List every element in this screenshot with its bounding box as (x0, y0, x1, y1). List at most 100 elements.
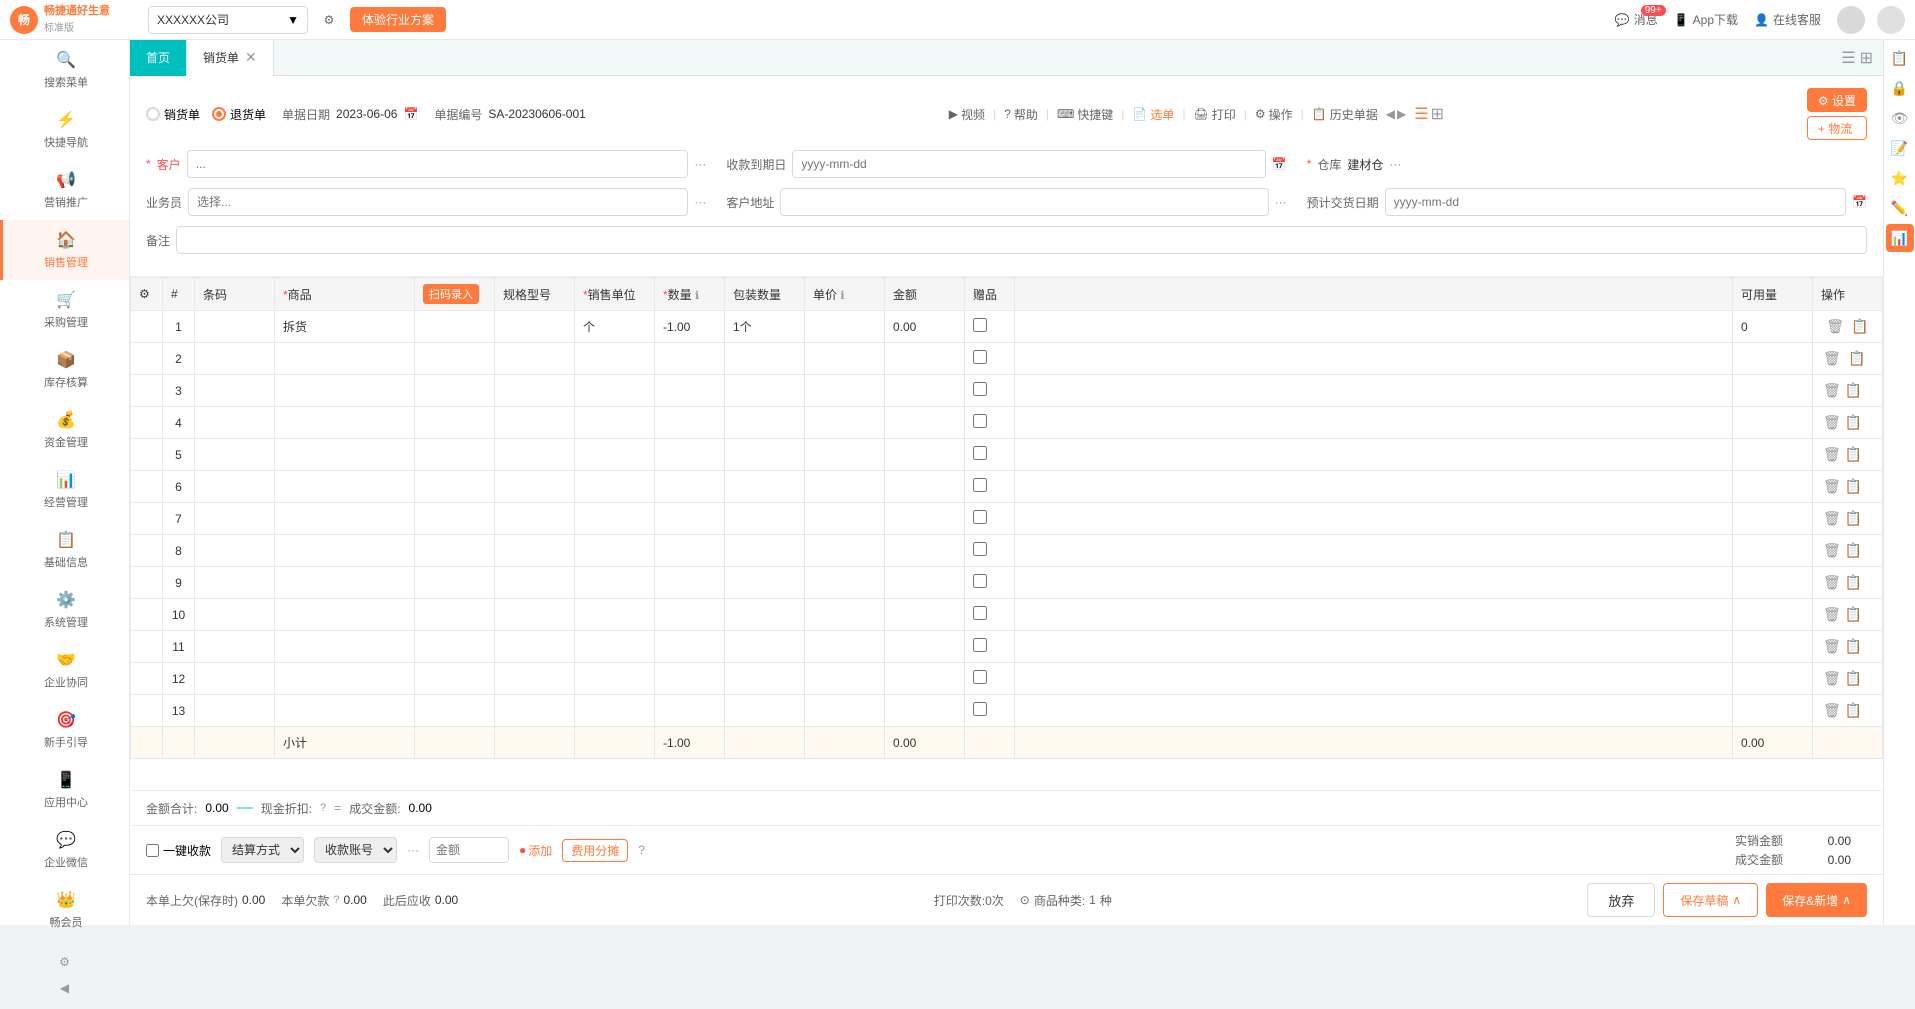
salesperson-more-icon[interactable]: ··· (694, 195, 706, 209)
copy-icon-11[interactable]: 📋 (1845, 638, 1862, 654)
gift-checkbox-10[interactable] (973, 606, 987, 620)
layout-grid-icon[interactable]: ⊞ (1860, 48, 1873, 68)
sidebar-item-purchase[interactable]: 🛒 采购管理 (0, 280, 129, 340)
copy-icon-13[interactable]: 📋 (1845, 702, 1862, 718)
delete-icon-8[interactable]: 🗑 (1823, 542, 1841, 558)
row-barcode-2[interactable] (195, 343, 275, 375)
notes-input[interactable] (176, 226, 1867, 254)
grid-view-icon[interactable]: ⊞ (1431, 104, 1444, 124)
right-panel-item-4[interactable]: 📝 (1886, 134, 1914, 162)
total-owed-info[interactable]: ? (333, 894, 339, 906)
calendar-icon[interactable]: 📅 (403, 107, 418, 121)
docno-value[interactable]: SA-20230606-001 (488, 107, 585, 121)
gift-checkbox-13[interactable] (973, 702, 987, 716)
one-click-checkbox[interactable] (146, 844, 159, 857)
price-info-icon[interactable]: ℹ (840, 290, 844, 302)
one-click-payment-check[interactable]: 一键收款 (146, 842, 211, 859)
payment-help-icon[interactable]: ? (638, 843, 645, 857)
right-panel-item-6[interactable]: ✏️ (1886, 194, 1914, 222)
online-service-button[interactable]: 👤 在线客服 (1754, 11, 1821, 28)
user-avatar[interactable] (1837, 6, 1865, 34)
sidebar-item-inventory[interactable]: 📦 库存核算 (0, 340, 129, 400)
trial-button[interactable]: 体验行业方案 (350, 7, 446, 32)
row-unit-2[interactable] (575, 343, 655, 375)
payment-account-select[interactable]: 收款账号 (314, 837, 397, 863)
settings-icon[interactable]: ⚙ (316, 7, 342, 33)
right-panel-item-1[interactable]: 📋 (1886, 44, 1914, 72)
row-pack-2[interactable] (725, 343, 805, 375)
sidebar-item-sales[interactable]: 🏠 销售管理 (0, 220, 129, 280)
row-pack-1[interactable]: 1个 (725, 311, 805, 343)
gift-checkbox-5[interactable] (973, 446, 987, 460)
sidebar-item-newbie[interactable]: 🎯 新手引导 (0, 700, 129, 760)
copy-icon-1[interactable]: 📋 (1851, 318, 1868, 334)
tab-close-icon[interactable]: ✕ (245, 49, 257, 66)
row-price-1[interactable] (805, 311, 885, 343)
sidebar-item-search[interactable]: 🔍 搜索菜单 (0, 40, 129, 100)
copy-icon-12[interactable]: 📋 (1845, 670, 1862, 686)
add-payment-btn[interactable]: ● 添加 (519, 842, 552, 859)
toolbar-print[interactable]: 🖨 打印 (1194, 106, 1236, 123)
sidebar-settings-icon[interactable]: ⚙ (0, 949, 129, 975)
discount-info-icon[interactable]: ? (320, 802, 326, 814)
delete-icon-6[interactable]: 🗑 (1823, 478, 1841, 494)
goods-type-icon[interactable]: ⊙ (1020, 893, 1030, 907)
delete-icon-11[interactable]: 🗑 (1823, 638, 1841, 654)
radio-return[interactable]: 退货单 (212, 106, 266, 123)
delete-icon-2[interactable]: 🗑 (1823, 350, 1841, 366)
save-button[interactable]: 保存&新增 ∧ (1766, 883, 1867, 917)
prev-icon[interactable]: ◀ (1386, 107, 1395, 121)
delete-icon-13[interactable]: 🗑 (1823, 702, 1841, 718)
radio-sales[interactable]: 销货单 (146, 106, 200, 123)
company-selector[interactable]: XXXXXX公司 ▼ (148, 6, 308, 34)
tab-home[interactable]: 首页 (130, 40, 187, 76)
gift-checkbox-4[interactable] (973, 414, 987, 428)
next-icon[interactable]: ▶ (1397, 107, 1406, 121)
settings-btn[interactable]: ⚙ 设置 (1807, 88, 1867, 112)
row-spec-2[interactable] (495, 343, 575, 375)
delete-icon-10[interactable]: 🗑 (1823, 606, 1841, 622)
row-qty-2[interactable] (655, 343, 725, 375)
payment-due-input[interactable] (792, 150, 1265, 178)
sidebar-item-system[interactable]: ⚙️ 系统管理 (0, 580, 129, 640)
sidebar-item-quicknav[interactable]: ⚡ 快捷导航 (0, 100, 129, 160)
copy-icon-7[interactable]: 📋 (1845, 510, 1862, 526)
toolbar-history[interactable]: 📋 历史单据 (1312, 106, 1378, 123)
row-gift-2[interactable] (965, 343, 1015, 375)
row-spec-1[interactable] (495, 311, 575, 343)
address-more-icon[interactable]: ··· (1275, 195, 1287, 209)
copy-icon-9[interactable]: 📋 (1845, 574, 1862, 590)
copy-icon-5[interactable]: 📋 (1845, 446, 1862, 462)
logistics-btn[interactable]: + 物流 (1807, 116, 1867, 140)
copy-icon-2[interactable]: 📋 (1848, 350, 1865, 366)
tab-sales-order[interactable]: 销货单 ✕ (187, 40, 274, 76)
right-panel-item-2[interactable]: 🔒 (1886, 74, 1914, 102)
th-settings[interactable]: ⚙ (131, 278, 163, 311)
row-unit-1[interactable]: 个 (575, 311, 655, 343)
gift-checkbox-3[interactable] (973, 382, 987, 396)
delivery-date-input[interactable] (1385, 188, 1846, 216)
payment-amount-input[interactable] (429, 837, 509, 863)
list-view-icon[interactable]: ☰ (1414, 104, 1428, 124)
row-goods-2[interactable] (275, 343, 415, 375)
gift-checkbox-9[interactable] (973, 574, 987, 588)
delete-icon-1[interactable]: 🗑 (1826, 318, 1844, 334)
right-panel-item-5[interactable]: ⭐ (1886, 164, 1914, 192)
copy-icon-10[interactable]: 📋 (1845, 606, 1862, 622)
warehouse-more-icon[interactable]: ··· (1389, 157, 1401, 171)
sidebar-item-member[interactable]: 👑 畅会员 (0, 880, 129, 940)
message-button[interactable]: 💬 消息 99+ (1615, 11, 1658, 28)
delivery-calendar-icon[interactable]: 📅 (1852, 195, 1867, 209)
qty-info-icon[interactable]: ℹ (695, 290, 699, 302)
sidebar-collapse-icon[interactable]: ◀ (0, 975, 129, 1001)
customer-more-icon[interactable]: ··· (694, 157, 706, 171)
payment-method-select[interactable]: 结算方式 (221, 837, 304, 863)
sidebar-item-appcenter[interactable]: 📱 应用中心 (0, 760, 129, 820)
gift-checkbox-11[interactable] (973, 638, 987, 652)
sidebar-item-wechat[interactable]: 💬 企业微信 (0, 820, 129, 880)
gift-checkbox-7[interactable] (973, 510, 987, 524)
salesperson-input[interactable] (188, 188, 688, 216)
discard-button[interactable]: 放弃 (1587, 883, 1655, 917)
gift-checkbox-12[interactable] (973, 670, 987, 684)
toolbar-help[interactable]: ? 帮助 (1004, 106, 1038, 123)
